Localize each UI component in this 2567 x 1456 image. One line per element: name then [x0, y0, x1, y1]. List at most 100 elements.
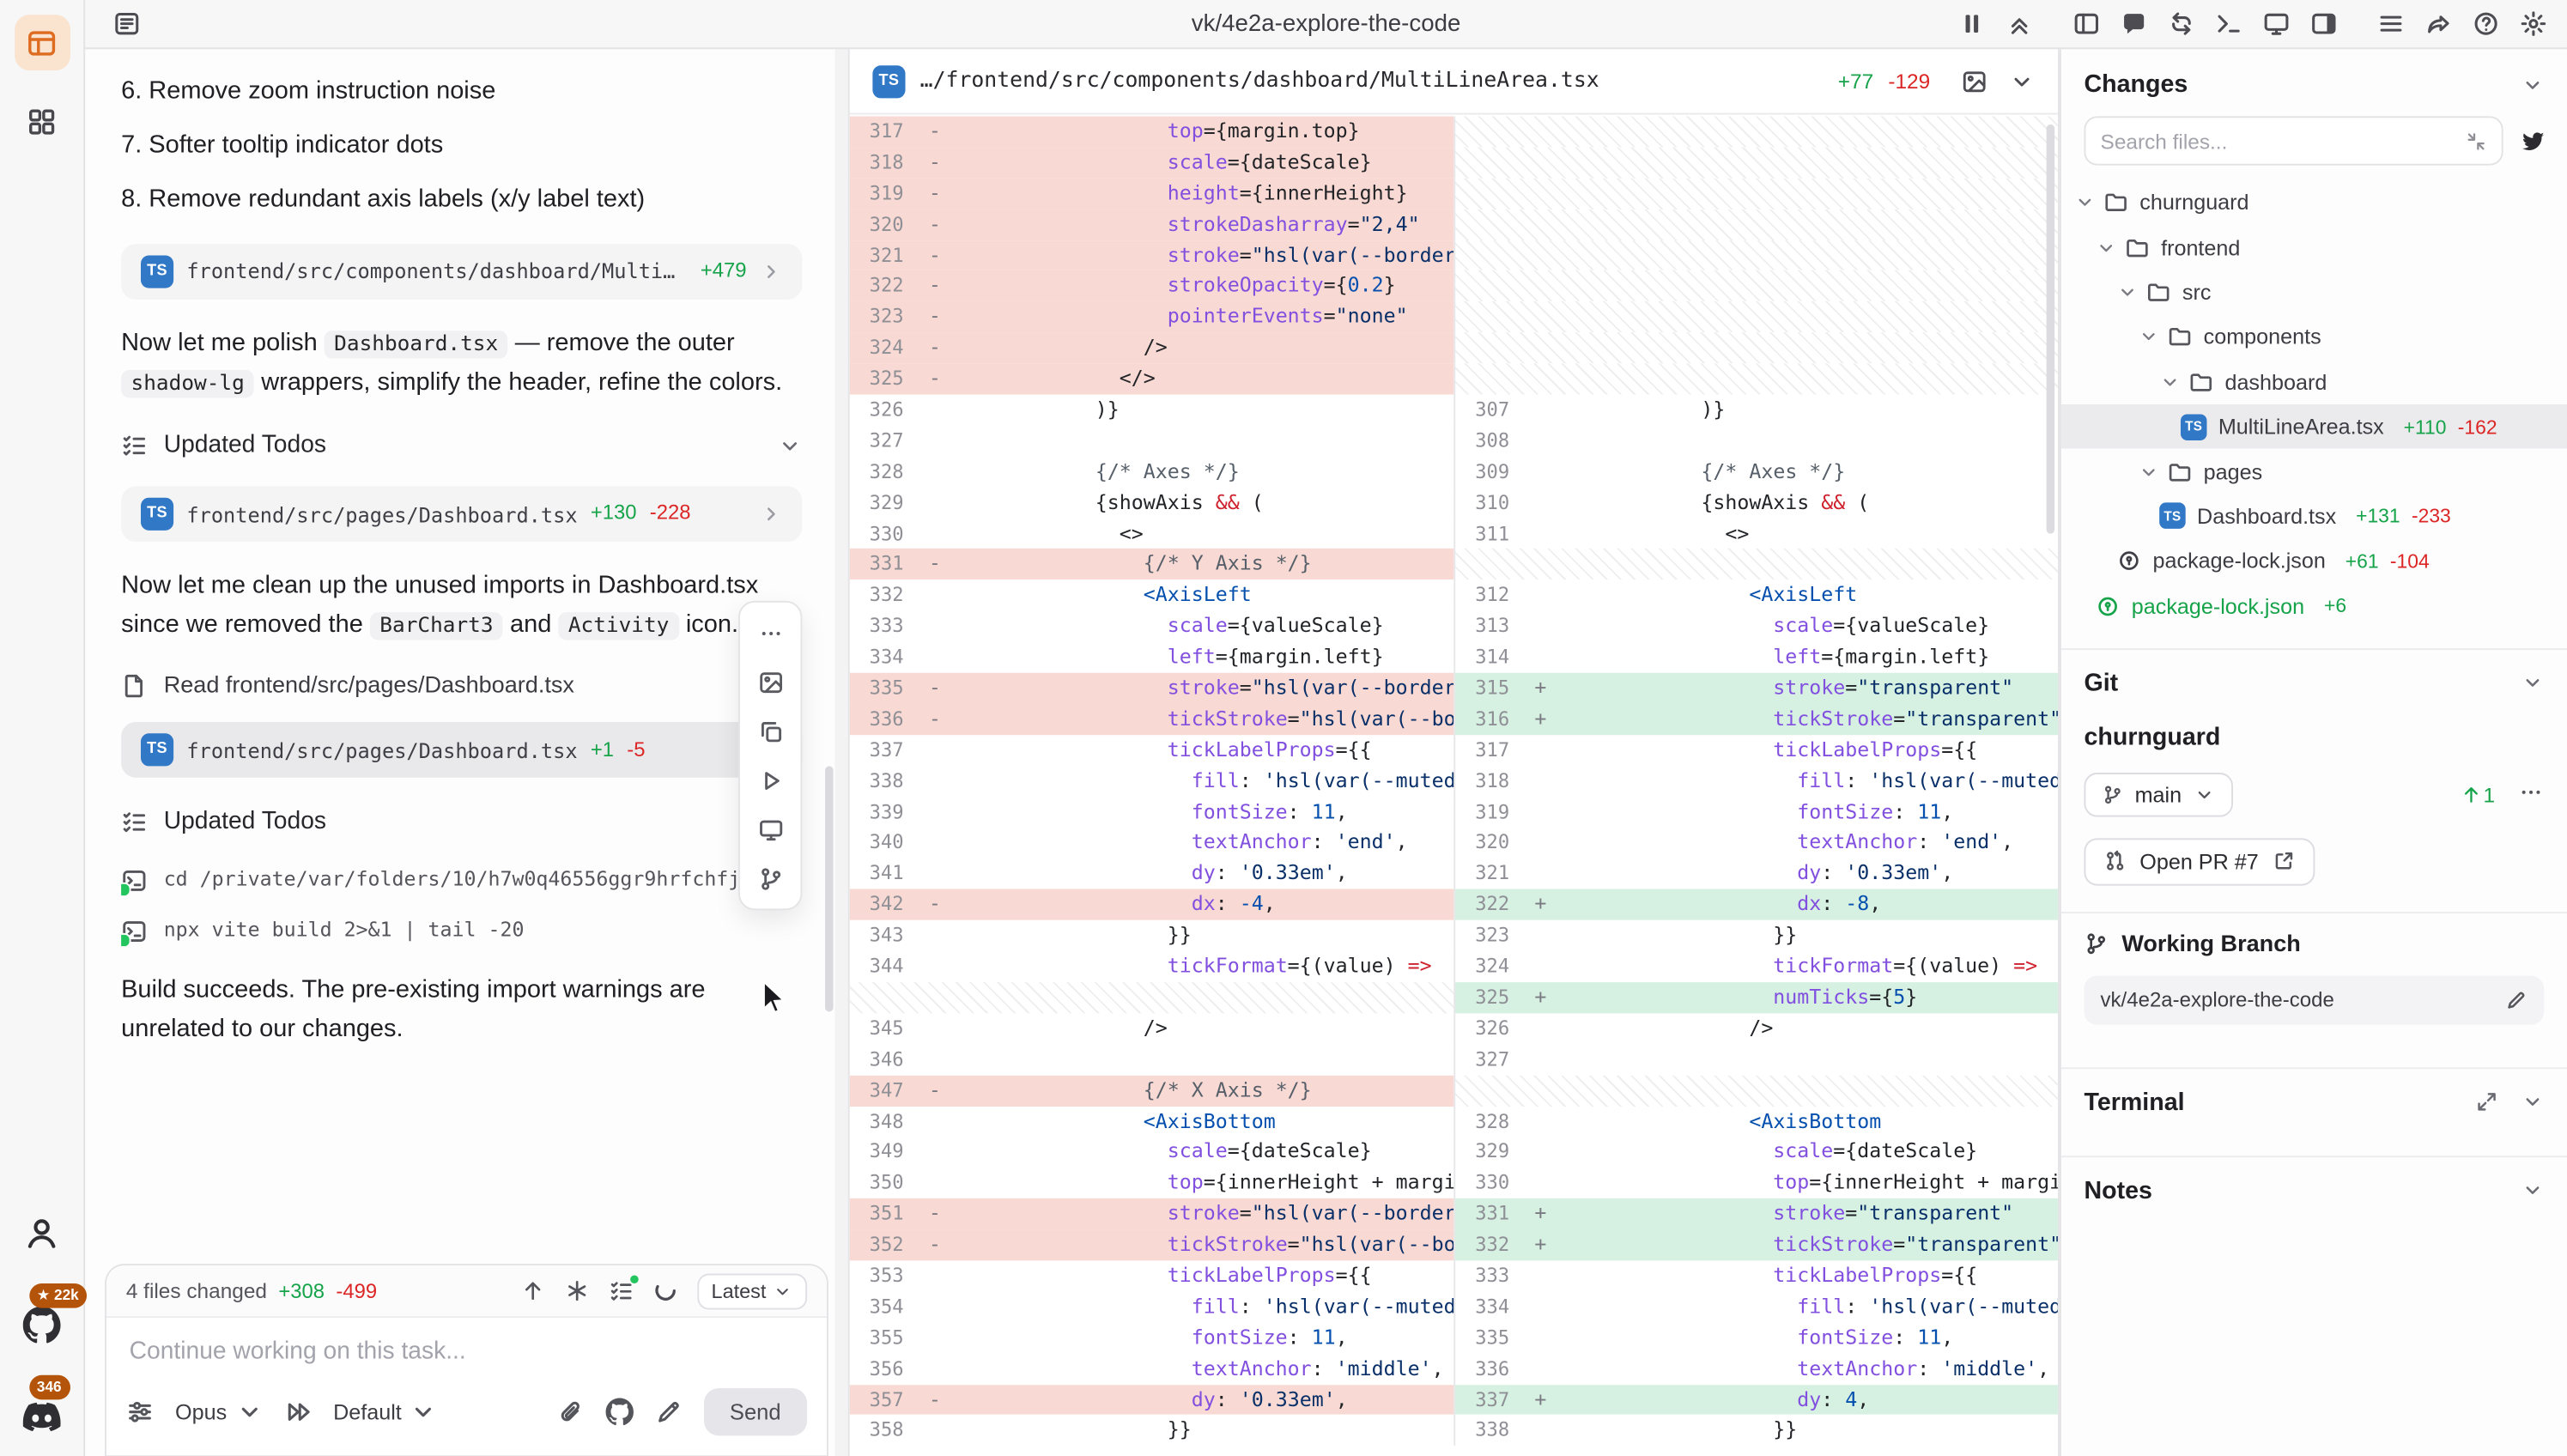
chat-scrollbar[interactable] [825, 766, 834, 1011]
file-search[interactable] [2084, 116, 2503, 165]
changes-summary-bar[interactable]: 4 files changed +308 -499 Latest [106, 1265, 827, 1318]
git-section-header[interactable]: Git [2061, 650, 2567, 717]
attach-icon[interactable] [556, 1398, 584, 1425]
updated-todos-toggle[interactable]: Updated Todos [121, 799, 802, 845]
line-number: 336 [850, 704, 919, 735]
pen-icon[interactable] [654, 1398, 682, 1425]
chevron-down-icon[interactable] [2009, 68, 2036, 94]
chevron-down-icon [410, 1398, 437, 1425]
diff-scrollbar[interactable] [2047, 124, 2055, 534]
file-change-chip-selected[interactable]: TS frontend/src/pages/Dashboard.tsx +1 -… [121, 722, 802, 778]
diff-gap [1453, 302, 2058, 333]
code-line: {/* Axes */} [1557, 457, 2058, 488]
workspace-tab-button[interactable] [14, 15, 70, 70]
line-number: 334 [1455, 1291, 1524, 1322]
github-button[interactable]: ★ 22k [21, 1303, 64, 1346]
diff-row: 349 scale={dateScale}329 scale={dateScal… [850, 1137, 2058, 1168]
toolbar-git-branch-button[interactable] [747, 856, 794, 900]
diff-line: 345 /> [850, 1013, 1454, 1044]
options-sliders-icon[interactable] [126, 1398, 154, 1425]
toolbar-play-button[interactable] [747, 758, 794, 802]
read-file-item[interactable]: Read frontend/src/pages/Dashboard.tsx [121, 668, 802, 704]
discord-button[interactable]: 346 [21, 1395, 64, 1438]
file-search-input[interactable] [2101, 129, 2456, 154]
bird-icon[interactable] [2518, 126, 2547, 155]
terminal-button[interactable] [2206, 3, 2249, 46]
notes-section-header[interactable]: Notes [2061, 1157, 2567, 1224]
folder-icon [2168, 325, 2193, 349]
code-line: <AxisBottom [1557, 1106, 2058, 1137]
send-button[interactable]: Send [703, 1388, 807, 1435]
panel-left-button[interactable] [2065, 3, 2108, 46]
panel-right-button[interactable] [2302, 3, 2345, 46]
scroll-to-top-icon[interactable] [519, 1278, 544, 1303]
account-button[interactable] [21, 1211, 64, 1254]
version-dropdown[interactable]: Latest [696, 1273, 807, 1309]
tree-file-Dashboard.tsx[interactable]: TSDashboard.tsx+131-233 [2061, 494, 2567, 538]
tree-folder-src[interactable]: src [2061, 270, 2567, 314]
settings-icon [2519, 9, 2546, 37]
additions-count: +1 [591, 734, 614, 766]
diff-marker [1524, 1415, 1557, 1446]
menu-button[interactable] [2369, 3, 2412, 46]
task-input[interactable] [106, 1318, 827, 1381]
terminal-command-item[interactable]: npx vite build 2>&1 | tail -20 [121, 915, 802, 946]
toolbar-monitor-button[interactable] [747, 807, 794, 851]
branch-selector[interactable]: main [2084, 773, 2232, 816]
line-number: 333 [1455, 1260, 1524, 1291]
terminal-command: cd /private/var/folders/10/h7w0q46556ggr… [164, 864, 801, 895]
tree-file-MultiLineArea.tsx[interactable]: TSMultiLineArea.tsx+110-162 [2061, 404, 2567, 449]
line-number: 311 [1455, 519, 1524, 549]
diff-marker: - [919, 1198, 951, 1229]
tree-folder-frontend[interactable]: frontend [2061, 225, 2567, 270]
tree-file-package-lock.json[interactable]: package-lock.json+61-104 [2061, 539, 2567, 584]
line-number: 328 [1455, 1106, 1524, 1137]
diff-marker: - [919, 240, 951, 270]
toolbar-image-button[interactable] [747, 659, 794, 703]
code-line: }} [1557, 920, 2058, 951]
chat-button[interactable] [2112, 3, 2155, 46]
tree-folder-components[interactable]: components [2061, 314, 2567, 359]
pause-button[interactable] [1950, 3, 1993, 46]
collapse-tree-icon[interactable] [2466, 130, 2487, 152]
tree-folder-churnguard[interactable]: churnguard [2061, 180, 2567, 225]
diff-line: 310 {showAxis && ( [1453, 488, 2058, 519]
file-change-chip[interactable]: TS frontend/src/pages/Dashboard.tsx +130… [121, 487, 802, 543]
changes-section-header[interactable]: Changes [2061, 49, 2567, 112]
help-button[interactable] [2464, 3, 2507, 46]
git-more-button[interactable] [2518, 780, 2545, 810]
toolbar-more-button[interactable] [747, 610, 794, 654]
expand-icon[interactable] [2475, 1091, 2498, 1114]
open-pr-button[interactable]: Open PR #7 [2084, 838, 2314, 885]
tree-folder-dashboard[interactable]: dashboard [2061, 360, 2567, 404]
monitor-button[interactable] [2254, 3, 2297, 46]
tree-folder-pages[interactable]: pages [2061, 449, 2567, 494]
terminal-section-header[interactable]: Terminal [2061, 1069, 2567, 1136]
mode-selector[interactable]: Default [333, 1398, 438, 1425]
edit-branch-icon[interactable] [2505, 989, 2528, 1012]
diff-view-icon[interactable] [1961, 68, 1987, 94]
working-branch-field[interactable]: vk/4e2a-explore-the-code [2084, 975, 2544, 1024]
diff-row: 356 textAnchor: 'middle',336 textAnchor:… [850, 1353, 2058, 1384]
file-change-chip[interactable]: TS frontend/src/components/dashboard/Mul… [121, 244, 802, 300]
terminal-command-item[interactable]: cd /private/var/folders/10/h7w0q46556ggr… [121, 864, 802, 895]
grid-view-button[interactable] [14, 94, 70, 149]
github-icon[interactable] [605, 1398, 633, 1425]
model-selector[interactable]: Opus [175, 1398, 263, 1425]
updated-todos-toggle[interactable]: Updated Todos [121, 422, 802, 468]
share-button[interactable] [2417, 3, 2460, 46]
diff-line: 325+ numTicks={5} [1453, 982, 2058, 1013]
notes-panel-button[interactable] [105, 3, 148, 46]
git-compare-button[interactable] [2159, 3, 2202, 46]
settings-button[interactable] [2511, 3, 2554, 46]
code-line: /> [951, 333, 1453, 364]
line-number: 327 [1455, 1044, 1524, 1075]
tree-file-package-lock.json[interactable]: package-lock.json+6 [2061, 584, 2567, 628]
todos-status-icon[interactable] [608, 1278, 633, 1303]
inline-code: shadow-lg [121, 369, 254, 397]
asterisk-icon[interactable] [564, 1278, 589, 1303]
deletions-count: -162 [2458, 416, 2497, 439]
toolbar-copy-button[interactable] [747, 709, 794, 753]
fast-forward-icon[interactable] [284, 1398, 312, 1425]
collapse-button[interactable] [1997, 3, 2040, 46]
